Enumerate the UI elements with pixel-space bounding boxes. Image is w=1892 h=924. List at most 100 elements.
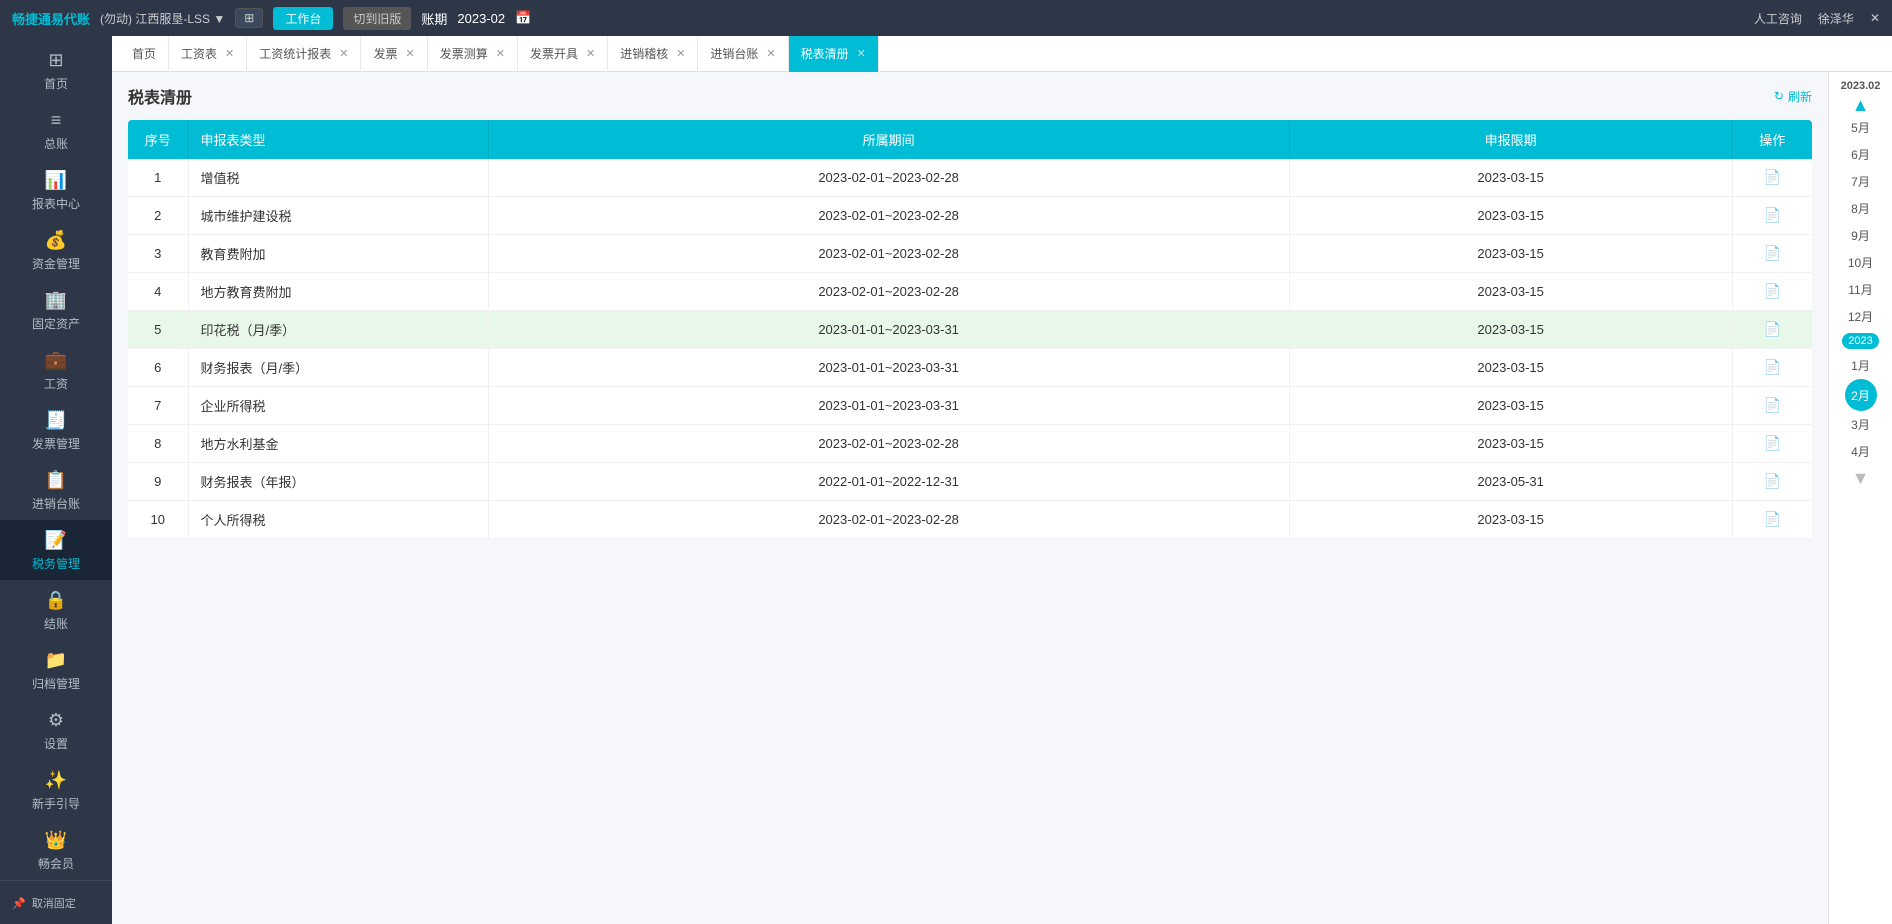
archive-icon: 📁 (45, 650, 67, 671)
tab-tax-register-close[interactable]: ✕ (857, 47, 866, 60)
table-row: 1 增值税 2023-02-01~2023-02-28 2023-03-15 📄 (128, 159, 1812, 197)
period-nav-down[interactable]: ▼ (1852, 469, 1870, 487)
cell-type: 城市维护建设税 (188, 197, 488, 235)
period-month-11[interactable]: 11月 (1829, 276, 1892, 303)
tab-purchase-check-close[interactable]: ✕ (676, 47, 685, 60)
action-icon[interactable]: 📄 (1764, 359, 1781, 375)
action-icon[interactable]: 📄 (1764, 245, 1781, 261)
cell-action: 📄 (1732, 349, 1812, 387)
sidebar-item-guide[interactable]: ✨ 新手引导 (0, 760, 112, 820)
calendar-icon[interactable]: 📅 (515, 10, 531, 26)
ai-consult[interactable]: 人工咨询 (1754, 10, 1802, 27)
cell-type: 财务报表（月/季） (188, 349, 488, 387)
action-icon[interactable]: 📄 (1764, 169, 1781, 185)
period-month-5[interactable]: 5月 (1829, 114, 1892, 141)
refresh-button[interactable]: ↻ 刷新 (1774, 88, 1812, 105)
period-nav-up[interactable]: ▲ (1852, 96, 1870, 114)
action-icon[interactable]: 📄 (1764, 511, 1781, 527)
salary-icon: 💼 (45, 350, 67, 371)
sidebar-label-salary: 工资 (44, 375, 68, 392)
unpin-label: 取消固定 (32, 895, 76, 911)
tab-tax-register[interactable]: 税表清册 ✕ (789, 36, 879, 72)
old-version-button[interactable]: 切到旧版 (343, 7, 411, 30)
sidebar-item-funds[interactable]: 💰 资金管理 (0, 220, 112, 280)
tab-home[interactable]: 首页 (120, 36, 169, 72)
period-month-6[interactable]: 6月 (1829, 141, 1892, 168)
sidebar-item-purchase[interactable]: 📋 进销台账 (0, 460, 112, 520)
sidebar-item-invoice[interactable]: 🧾 发票管理 (0, 400, 112, 460)
sidebar-item-ledger[interactable]: ≡ 总账 (0, 100, 112, 160)
tab-purchase-ledger[interactable]: 进销台账 ✕ (698, 36, 788, 72)
tab-invoice-calc-close[interactable]: ✕ (496, 47, 505, 60)
cell-deadline: 2023-03-15 (1289, 235, 1732, 273)
cell-type: 教育费附加 (188, 235, 488, 273)
tab-purchase-check[interactable]: 进销稽核 ✕ (608, 36, 698, 72)
cell-type: 企业所得税 (188, 387, 488, 425)
cell-index: 9 (128, 463, 188, 501)
period-month-1[interactable]: 1月 (1829, 352, 1892, 379)
cell-type: 地方教育费附加 (188, 273, 488, 311)
tab-invoice-calc[interactable]: 发票测算 ✕ (428, 36, 518, 72)
action-icon[interactable]: 📄 (1764, 321, 1781, 337)
copy-button[interactable]: ⊞ (235, 8, 263, 28)
unpin-button[interactable]: 📌 取消固定 (0, 889, 112, 917)
cell-type: 个人所得税 (188, 501, 488, 539)
period-month-8[interactable]: 8月 (1829, 195, 1892, 222)
tab-salary[interactable]: 工资表 ✕ (169, 36, 247, 72)
tab-invoice-open-close[interactable]: ✕ (586, 47, 595, 60)
period-year-2023[interactable]: 2023 (1842, 333, 1878, 349)
tab-purchase-ledger-close[interactable]: ✕ (766, 47, 775, 60)
refresh-label: 刷新 (1788, 88, 1812, 105)
close-accounts-icon: 🔒 (45, 590, 67, 611)
username[interactable]: 徐泽华 (1818, 10, 1854, 27)
sidebar-item-archive[interactable]: 📁 归档管理 (0, 640, 112, 700)
tab-salary-report[interactable]: 工资统计报表 ✕ (247, 36, 361, 72)
cell-index: 4 (128, 273, 188, 311)
sidebar-item-settings[interactable]: ⚙ 设置 (0, 700, 112, 760)
period-month-4[interactable]: 4月 (1829, 438, 1892, 465)
sidebar-label-funds: 资金管理 (32, 255, 80, 272)
cell-deadline: 2023-03-15 (1289, 311, 1732, 349)
purchase-icon: 📋 (45, 470, 67, 491)
sidebar-label-vip: 畅会员 (38, 855, 74, 872)
period-month-12[interactable]: 12月 (1829, 303, 1892, 330)
sidebar-item-tax[interactable]: 📝 税务管理 (0, 520, 112, 580)
sidebar-item-report[interactable]: 📊 报表中心 (0, 160, 112, 220)
cell-period: 2023-01-01~2023-03-31 (488, 387, 1289, 425)
action-icon[interactable]: 📄 (1764, 207, 1781, 223)
period-month-2-active[interactable]: 2月 (1845, 379, 1877, 411)
ledger-icon: ≡ (51, 110, 62, 131)
cell-period: 2023-02-01~2023-02-28 (488, 425, 1289, 463)
sidebar-item-close[interactable]: 🔒 结账 (0, 580, 112, 640)
period-value: 2023-02 (457, 11, 505, 26)
tab-invoice-close[interactable]: ✕ (406, 47, 415, 60)
cell-index: 5 (128, 311, 188, 349)
tab-invoice[interactable]: 发票 ✕ (361, 36, 427, 72)
period-month-7[interactable]: 7月 (1829, 168, 1892, 195)
action-icon[interactable]: 📄 (1764, 473, 1781, 489)
tab-salary-report-close[interactable]: ✕ (339, 47, 348, 60)
period-month-10[interactable]: 10月 (1829, 249, 1892, 276)
cell-deadline: 2023-05-31 (1289, 463, 1732, 501)
tab-invoice-open[interactable]: 发票开具 ✕ (518, 36, 608, 72)
report-icon: 📊 (45, 170, 67, 191)
funds-icon: 💰 (45, 230, 67, 251)
tab-salary-close[interactable]: ✕ (225, 47, 234, 60)
settings-icon: ⚙ (48, 710, 64, 731)
sidebar-item-fixed[interactable]: 🏢 固定资产 (0, 280, 112, 340)
action-icon[interactable]: 📄 (1764, 435, 1781, 451)
sidebar-item-salary[interactable]: 💼 工资 (0, 340, 112, 400)
cell-deadline: 2023-03-15 (1289, 159, 1732, 197)
action-icon[interactable]: 📄 (1764, 397, 1781, 413)
fixed-icon: 🏢 (45, 290, 67, 311)
sidebar-item-vip[interactable]: 👑 畅会员 (0, 820, 112, 880)
cell-period: 2023-02-01~2023-02-28 (488, 501, 1289, 539)
tab-invoice-calc-label: 发票测算 (440, 45, 488, 62)
action-icon[interactable]: 📄 (1764, 283, 1781, 299)
workspace-button[interactable]: 工作台 (273, 7, 333, 30)
period-header: 2023.02 (1841, 76, 1881, 96)
period-month-3[interactable]: 3月 (1829, 411, 1892, 438)
close-icon[interactable]: ✕ (1870, 11, 1880, 25)
sidebar-item-home[interactable]: ⊞ 首页 (0, 40, 112, 100)
period-month-9[interactable]: 9月 (1829, 222, 1892, 249)
